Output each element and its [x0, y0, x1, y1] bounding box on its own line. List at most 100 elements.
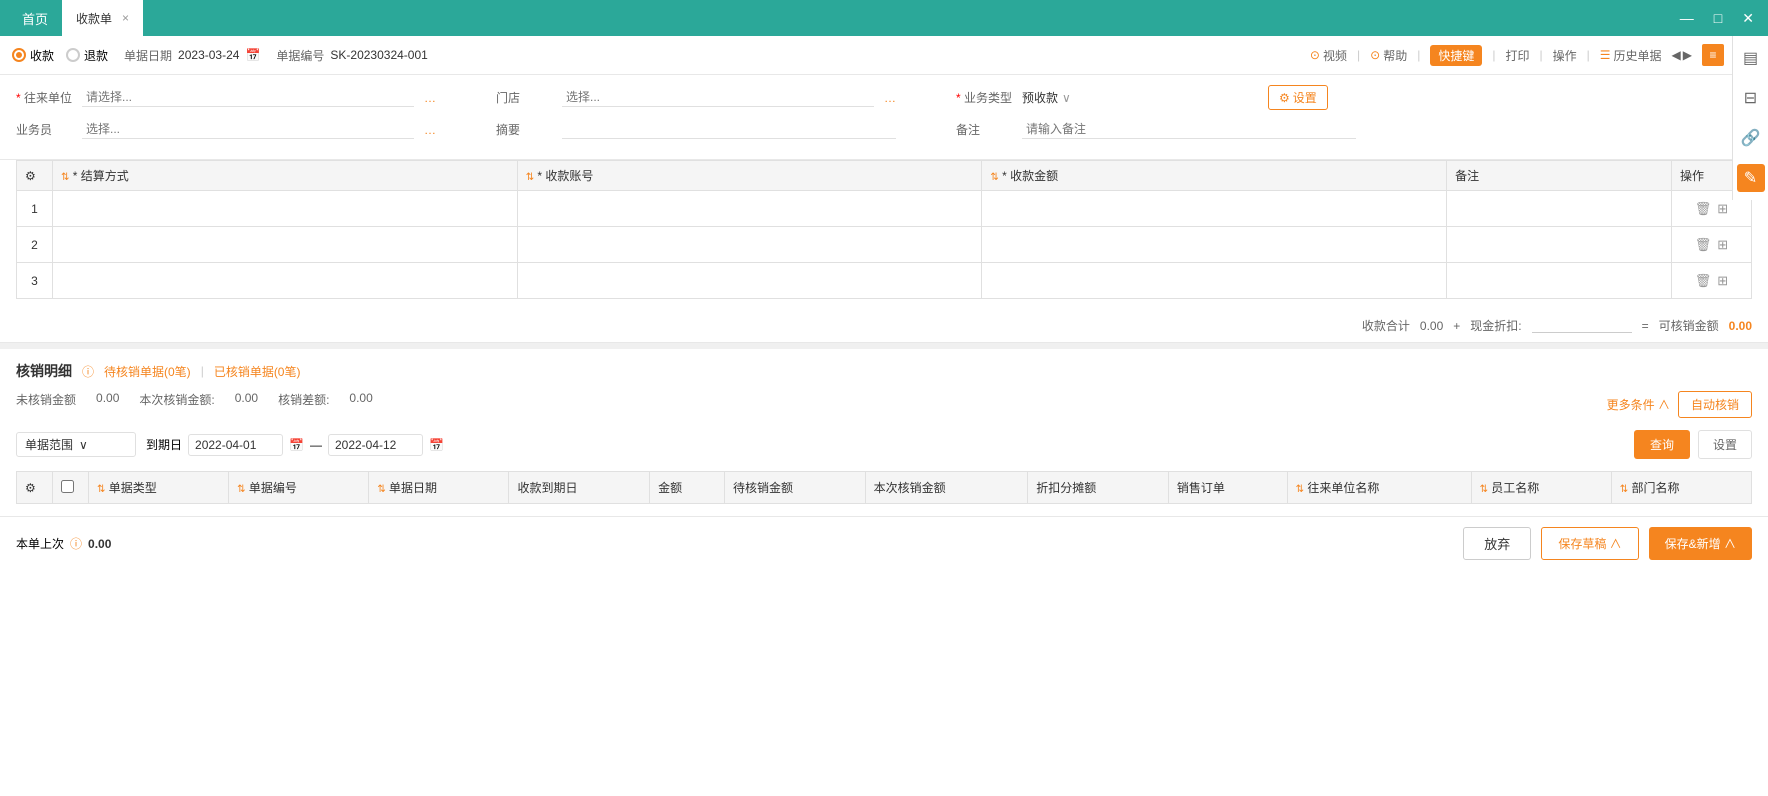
store-ellipsis[interactable]: … — [884, 91, 896, 105]
query-btn[interactable]: 查询 — [1634, 430, 1690, 459]
bottom-header-checkbox[interactable] — [53, 472, 89, 504]
salesperson-input[interactable] — [82, 120, 414, 139]
top-toolbar: 收款 退款 单据日期 2023-03-24 📅 单据编号 SK-20230324… — [0, 36, 1768, 75]
panel-edit-icon[interactable]: ✎ — [1737, 164, 1765, 192]
radio-receive[interactable]: 收款 — [12, 47, 54, 64]
footer-actions: 放弃 保存草稿 ∧ 保存&新增 ∧ — [1463, 527, 1752, 560]
select-all-checkbox[interactable] — [61, 480, 74, 493]
last-info-label: 本单上次 — [16, 535, 64, 552]
table-row: 3 🗑 ⊞ — [17, 263, 1752, 299]
minimize-btn[interactable]: — — [1674, 8, 1700, 29]
main-content: 收款 退款 单据日期 2023-03-24 📅 单据编号 SK-20230324… — [0, 36, 1768, 796]
delete-icon-2[interactable]: 🗑 — [1695, 237, 1712, 253]
video-icon: ⊙ — [1310, 48, 1320, 62]
bottom-header-gear[interactable]: ⚙ — [17, 472, 53, 504]
save-new-btn[interactable]: 保存&新增 ∧ — [1649, 527, 1752, 560]
counterpart-label: 往来单位 — [16, 89, 76, 106]
table-header-gear[interactable]: ⚙ — [17, 161, 53, 191]
remark-input[interactable] — [1022, 120, 1356, 139]
calendar-icon[interactable]: 📅 — [245, 48, 260, 62]
panel-list-icon[interactable]: ⊟ — [1737, 84, 1765, 112]
remark-cell-3[interactable] — [1447, 263, 1672, 299]
diff-label: 核销差额: — [278, 391, 329, 418]
save-draft-btn[interactable]: 保存草稿 ∧ — [1541, 527, 1638, 560]
panel-table-icon[interactable]: ▤ — [1737, 44, 1765, 72]
form-row-1: 往来单位 … 门店 … 业务类型 预收款 ∨ ⚙ 设置 — [16, 85, 1752, 110]
panel-link-icon[interactable]: 🔗 — [1737, 124, 1765, 152]
bill-date-field: 单据日期 2023-03-24 📅 — [124, 47, 260, 64]
date-start-input[interactable] — [188, 434, 283, 456]
account-cell-3[interactable] — [517, 263, 982, 299]
discard-btn[interactable]: 放弃 — [1463, 527, 1531, 560]
view-toggle-btn[interactable]: ≡ — [1702, 44, 1724, 66]
verify-filters: 单据范围 ∨ 到期日 📅 — 📅 查询 设置 — [16, 430, 1752, 459]
verify-header: 核销明细 ⓘ 待核销单据(0笔) | 已核销单据(0笔) — [16, 361, 1752, 381]
operate-btn[interactable]: 操作 — [1553, 47, 1577, 64]
counterpart-ellipsis[interactable]: … — [424, 91, 436, 105]
amount-cell-1[interactable] — [982, 191, 1447, 227]
calendar-start-icon[interactable]: 📅 — [289, 438, 304, 452]
total-label: 收款合计 — [1362, 317, 1410, 334]
business-type-select[interactable]: 预收款 ∨ — [1022, 89, 1071, 106]
date-end-input[interactable] — [328, 434, 423, 456]
bill-no-field: 单据编号 SK-20230324-001 — [276, 47, 427, 64]
range-dropdown-arrow: ∨ — [79, 438, 88, 452]
settlement-cell-2[interactable] — [53, 227, 518, 263]
radio-refund[interactable]: 退款 — [66, 47, 108, 64]
next-btn[interactable]: ▶ — [1683, 48, 1692, 62]
last-value: 0.00 — [88, 537, 111, 551]
date-range-separator: — — [310, 438, 322, 452]
video-btn[interactable]: ⊙ 视频 — [1310, 47, 1347, 64]
settlement-cell-1[interactable] — [53, 191, 518, 227]
tab-home[interactable]: 首页 — [8, 0, 62, 36]
window-close-btn[interactable]: ✕ — [1736, 8, 1760, 29]
print-label: 打印 — [1505, 47, 1529, 64]
amount-cell-2[interactable] — [982, 227, 1447, 263]
more-conditions-btn[interactable]: 更多条件 ∧ — [1607, 396, 1670, 413]
tab-receipt[interactable]: 收款单 × — [62, 0, 143, 36]
available-label: 可核销金额 — [1659, 317, 1719, 334]
maximize-btn[interactable]: □ — [1708, 8, 1728, 29]
copy-icon-3[interactable]: ⊞ — [1717, 273, 1728, 289]
remark-cell-2[interactable] — [1447, 227, 1672, 263]
auto-verify-btn[interactable]: 自动核销 — [1678, 391, 1752, 418]
bill-no-value: SK-20230324-001 — [330, 48, 427, 62]
amount-cell-3[interactable] — [982, 263, 1447, 299]
shortcut-btn[interactable]: 快捷键 — [1430, 45, 1482, 66]
shortcut-label: 快捷键 — [1438, 49, 1474, 63]
remark-cell-1[interactable] — [1447, 191, 1672, 227]
store-input[interactable] — [562, 88, 874, 107]
verify-settings-btn[interactable]: 设置 — [1698, 430, 1752, 459]
account-cell-2[interactable] — [517, 227, 982, 263]
account-cell-1[interactable] — [517, 191, 982, 227]
prev-btn[interactable]: ◀ — [1672, 48, 1681, 62]
tab-close[interactable]: × — [122, 11, 129, 25]
pending-tab[interactable]: 待核销单据(0笔) — [104, 363, 191, 380]
history-btn[interactable]: ☰ 历史单据 — [1600, 47, 1662, 64]
bottom-table-section: ⚙ ⇅ 单据类型 ⇅ 单据编号 ⇅ 单据日期 收款到期日 金额 待核销金额 本次… — [16, 471, 1752, 504]
copy-icon-2[interactable]: ⊞ — [1717, 237, 1728, 253]
store-label: 门店 — [496, 89, 556, 106]
bill-range-dropdown[interactable]: 单据范围 ∨ — [16, 432, 136, 457]
delete-icon-1[interactable]: 🗑 — [1695, 201, 1712, 217]
salesperson-ellipsis[interactable]: … — [424, 123, 436, 137]
store-field: 门店 … — [496, 88, 896, 107]
counterpart-field: 往来单位 … — [16, 88, 436, 107]
operate-label: 操作 — [1553, 47, 1577, 64]
discount-input[interactable] — [1532, 318, 1632, 333]
footer: 本单上次 ⓘ 0.00 放弃 保存草稿 ∧ 保存&新增 ∧ — [0, 516, 1768, 570]
settlement-cell-3[interactable] — [53, 263, 518, 299]
bottom-header-amount: 金额 — [650, 472, 725, 504]
print-btn[interactable]: 打印 — [1505, 47, 1529, 64]
help-btn[interactable]: ⊙ 帮助 — [1370, 47, 1407, 64]
counterpart-input[interactable] — [82, 88, 414, 107]
summary-input[interactable] — [562, 120, 896, 139]
form-settings-btn[interactable]: ⚙ 设置 — [1268, 85, 1328, 110]
calendar-end-icon[interactable]: 📅 — [429, 438, 444, 452]
delete-icon-3[interactable]: 🗑 — [1695, 273, 1712, 289]
info-icon[interactable]: ⓘ — [82, 363, 94, 380]
copy-icon-1[interactable]: ⊞ — [1717, 201, 1728, 217]
verify-stats: 未核销金额 0.00 本次核销金额: 0.00 核销差额: 0.00 更多条件 … — [16, 391, 1752, 418]
row-num-1: 1 — [17, 191, 53, 227]
done-tab[interactable]: 已核销单据(0笔) — [214, 363, 301, 380]
